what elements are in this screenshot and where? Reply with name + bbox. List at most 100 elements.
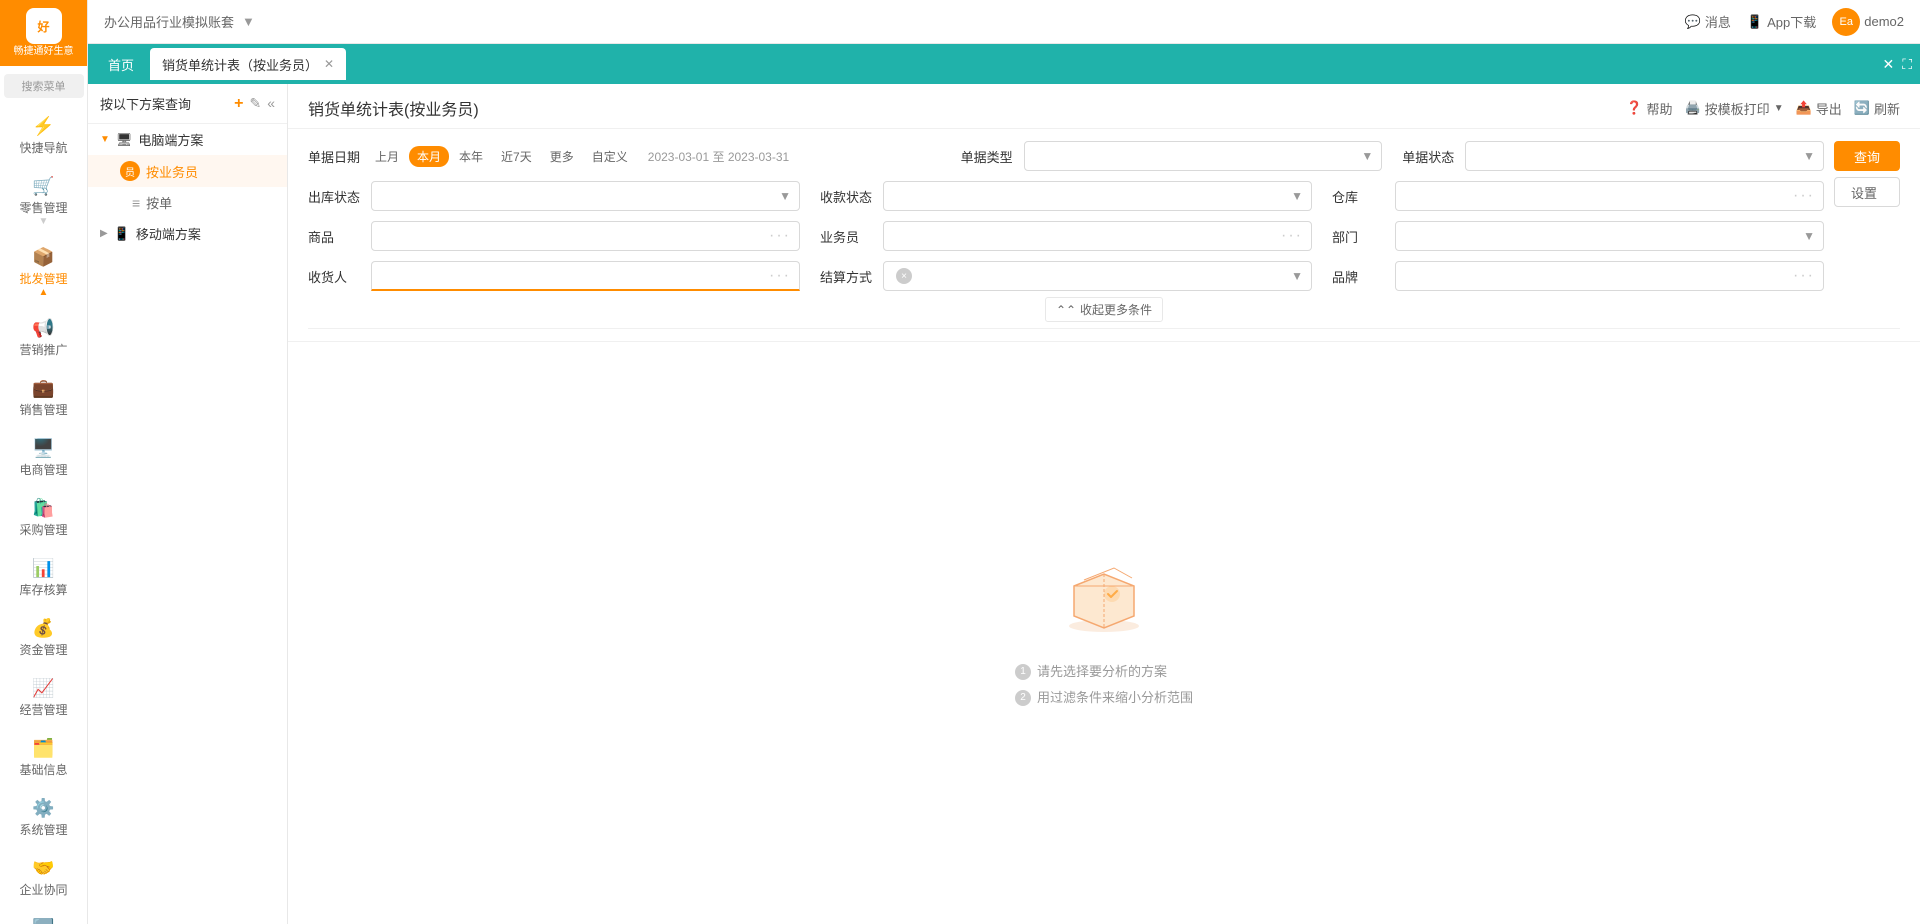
basic-icon: 🗂️: [32, 738, 54, 759]
dept-arrow-icon: ▼: [1803, 229, 1815, 243]
print-icon: 🖨️: [1684, 100, 1700, 116]
app-download-label: App下载: [1767, 12, 1816, 31]
search-sidebar[interactable]: 搜索菜单: [4, 74, 84, 98]
collapse-filter-button[interactable]: ⌃⌃ 收起更多条件: [1045, 297, 1163, 322]
messages-button[interactable]: 💬 消息: [1685, 12, 1731, 31]
left-panel-title: 按以下方案查询: [100, 94, 191, 113]
filter-doc-type: 单据类型 ▼: [961, 141, 1383, 171]
tree-pc-header[interactable]: ▼ 🖥 电脑端方案: [88, 124, 287, 155]
sidebar-item-marketing[interactable]: 📢 营销推广: [0, 308, 87, 368]
query-button[interactable]: 查询: [1834, 141, 1900, 171]
goods-dots-icon: ···: [769, 227, 791, 245]
settings-button[interactable]: 设置: [1834, 177, 1900, 207]
sidebar-item-inventory[interactable]: 📊 库存核算: [0, 548, 87, 608]
filter-collect-status: 收款状态 ▼: [820, 181, 1312, 211]
tree-order-item[interactable]: ≡ 按单: [88, 187, 287, 218]
date-range-text: 2023-03-01 至 2023-03-31: [648, 148, 789, 165]
warehouse-input[interactable]: ···: [1395, 181, 1824, 211]
sidebar-item-operation[interactable]: 📈 经营管理: [0, 668, 87, 728]
tab-fullscreen-icon[interactable]: ⛶: [1902, 56, 1912, 73]
date-tab-thisyear[interactable]: 本年: [451, 146, 491, 167]
app-download-button[interactable]: 📱 App下载: [1747, 12, 1816, 31]
sidebar-item-ecommerce[interactable]: 🖥️ 电商管理: [0, 428, 87, 488]
sidebar-item-collab[interactable]: 🤝 企业协同: [0, 848, 87, 908]
collect-status-label: 收款状态: [820, 187, 875, 206]
dept-select[interactable]: ▼: [1395, 221, 1824, 251]
tree-pc-group: ▼ 🖥 电脑端方案 员 按业务员 ≡ 按单: [88, 124, 287, 218]
header-dropdown-icon[interactable]: ▼: [242, 14, 255, 29]
right-panel: 销货单统计表(按业务员) ❓ 帮助 🖨️ 按模板打印 ▼ 📤 导出: [288, 84, 1920, 924]
brand-input[interactable]: ···: [1395, 261, 1824, 291]
sidebar-item-quicknav[interactable]: ⚡ 快捷导航: [0, 106, 87, 166]
help-button[interactable]: ❓ 帮助: [1626, 99, 1672, 118]
sidebar-item-retail[interactable]: 🛒 零售管理 ▼: [0, 166, 87, 237]
date-tab-lastmonth[interactable]: 上月: [367, 146, 407, 167]
date-tab-more[interactable]: 更多: [542, 146, 582, 167]
avatar: Ea: [1832, 8, 1860, 36]
salesman-input[interactable]: ···: [883, 221, 1312, 251]
export-button[interactable]: 📤 导出: [1796, 99, 1842, 118]
tab-home-label: 首页: [108, 55, 134, 74]
tab-close-icon[interactable]: ✕: [324, 57, 334, 71]
mobile-icon: 📱: [114, 226, 130, 242]
dept-label: 部门: [1332, 227, 1387, 246]
marketing-icon: 📢: [32, 318, 54, 339]
collect-status-select[interactable]: ▼: [883, 181, 1312, 211]
add-scheme-icon[interactable]: +: [234, 95, 243, 113]
sidebar-item-sales-label: 销售管理: [19, 401, 67, 418]
settle-clear-icon[interactable]: ×: [896, 268, 912, 284]
doc-status-label: 单据状态: [1402, 147, 1457, 166]
doc-status-select[interactable]: ▼: [1465, 141, 1824, 171]
date-tab-7days[interactable]: 近7天: [493, 146, 540, 167]
filter-salesman: 业务员 ···: [820, 221, 1312, 251]
inventory-icon: 📊: [32, 558, 54, 579]
consignee-input[interactable]: ···: [371, 261, 800, 291]
sidebar-item-finance[interactable]: 💰 资金管理: [0, 608, 87, 668]
doc-type-label: 单据类型: [961, 147, 1016, 166]
wholesale-icon: 📦: [32, 247, 54, 268]
sidebar-item-system[interactable]: ⚙️ 系统管理: [0, 788, 87, 848]
export-label: 导出: [1816, 99, 1842, 118]
tip-text-2: 用过滤条件来缩小分析范围: [1037, 685, 1193, 711]
tab-sales-stat-label: 销货单统计表（按业务员）: [162, 55, 318, 74]
collab-icon: 🤝: [32, 858, 54, 879]
tab-home[interactable]: 首页: [96, 48, 146, 80]
sidebar-item-collab-label: 企业协同: [19, 881, 67, 898]
page-title: 销货单统计表(按业务员): [308, 96, 479, 120]
sidebar-item-basic[interactable]: 🗂️ 基础信息: [0, 728, 87, 788]
collapse-bar: ⌃⌃ 收起更多条件: [308, 291, 1900, 329]
messages-label: 消息: [1705, 12, 1731, 31]
tab-close-window-icon[interactable]: ✕: [1882, 56, 1894, 73]
export-icon: 📤: [1796, 100, 1812, 116]
goods-input[interactable]: ···: [371, 221, 800, 251]
filter-content: 单据日期 上月 本月 本年 近7天 更多 自定义 2023-03-01 至 20…: [308, 141, 1824, 291]
settle-input[interactable]: × ▼: [883, 261, 1312, 291]
filter-row-4: 收货人 ··· 结算方式 × ▼: [308, 261, 1824, 291]
header-right: 💬 消息 📱 App下载 Ea demo2: [1685, 8, 1904, 36]
out-status-select[interactable]: ▼: [371, 181, 800, 211]
tree-mobile-header[interactable]: ▶ 📱 移动端方案: [88, 218, 287, 249]
collapse-label: 收起更多条件: [1080, 301, 1152, 318]
refresh-button[interactable]: 🔄 刷新: [1854, 99, 1900, 118]
doc-type-select[interactable]: ▼: [1024, 141, 1383, 171]
sidebar-item-system-label: 系统管理: [19, 821, 67, 838]
sales-icon: 💼: [32, 378, 54, 399]
tab-sales-stat[interactable]: 销货单统计表（按业务员） ✕: [150, 48, 346, 80]
finance-icon: 💰: [32, 618, 54, 639]
sidebar-item-basic-label: 基础信息: [19, 761, 67, 778]
print-button[interactable]: 🖨️ 按模板打印 ▼: [1684, 99, 1783, 118]
sidebar-item-wholesale[interactable]: 📦 批发管理 ▲: [0, 237, 87, 308]
sidebar-item-newbie[interactable]: 🆕 新手引导: [0, 908, 87, 924]
edit-scheme-icon[interactable]: ✎: [249, 95, 261, 113]
sidebar-item-operation-label: 经营管理: [19, 701, 67, 718]
sidebar-item-sales[interactable]: 💼 销售管理: [0, 368, 87, 428]
wholesale-arrow-icon: ▲: [39, 287, 49, 298]
date-tab-custom[interactable]: 自定义: [584, 146, 636, 167]
brand-dots-icon: ···: [1793, 267, 1815, 285]
tree-salesman-item[interactable]: 员 按业务员: [88, 155, 287, 187]
date-tab-thismonth[interactable]: 本月: [409, 146, 449, 167]
collapse-panel-icon[interactable]: «: [267, 95, 275, 113]
empty-state: 1 请先选择要分析的方案 2 用过滤条件来缩小分析范围: [288, 342, 1920, 924]
user-area[interactable]: Ea demo2: [1832, 8, 1904, 36]
sidebar-item-purchase[interactable]: 🛍️ 采购管理: [0, 488, 87, 548]
